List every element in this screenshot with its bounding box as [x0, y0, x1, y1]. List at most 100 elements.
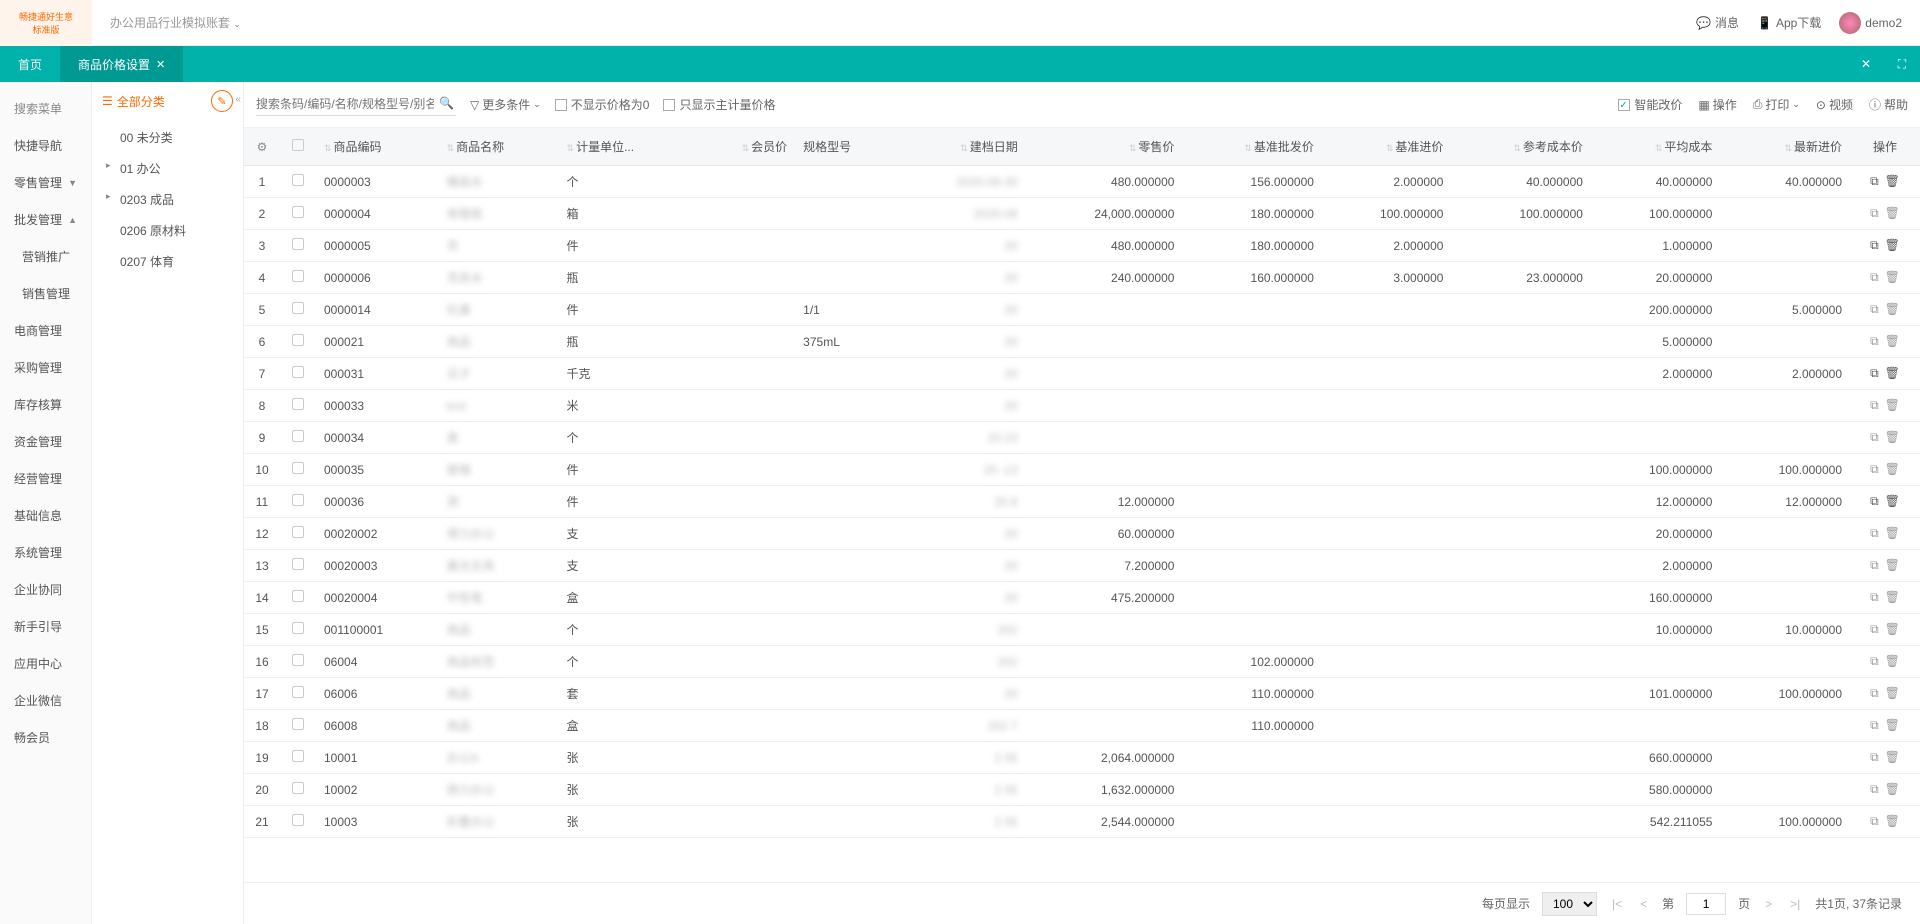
table-row[interactable]: 14 00020004 中性笔 盒 20 475.200000 160.0000… — [244, 582, 1920, 614]
help-button[interactable]: ⓘ 帮助 — [1869, 96, 1908, 113]
table-row[interactable]: 6 000021 商品 瓶 375mL 20 5.000000 ⧉🗑 — [244, 326, 1920, 358]
table-scroll[interactable]: ⚙ ⇅商品编码 ⇅商品名称 ⇅计量单位... ⇅会员价 规格型号 ⇅建档日期 ⇅… — [244, 128, 1920, 882]
gear-icon[interactable]: ⚙ — [257, 140, 268, 154]
last-page-button[interactable]: >| — [1787, 897, 1803, 911]
workspace-title[interactable]: 办公用品行业模拟账套 ⌄ — [110, 14, 1696, 31]
close-all-tabs-button[interactable]: ✕ — [1848, 46, 1884, 82]
copy-icon[interactable]: ⧉ — [1870, 622, 1879, 637]
table-row[interactable]: 16 06004 商品标签 个 202 102.000000 ⧉🗑 — [244, 646, 1920, 678]
sidebar-item[interactable]: 库存核算 — [0, 386, 91, 423]
row-checkbox[interactable] — [292, 270, 304, 282]
row-checkbox[interactable] — [292, 302, 304, 314]
sidebar-item[interactable]: 系统管理 — [0, 534, 91, 571]
col-purchase[interactable]: ⇅基准进价 — [1322, 128, 1451, 166]
smart-price-toggle[interactable]: 智能改价 — [1618, 96, 1682, 113]
tree-node[interactable]: 01 办公 — [102, 153, 233, 184]
col-code[interactable]: ⇅商品编码 — [316, 128, 439, 166]
delete-icon[interactable]: 🗑 — [1885, 686, 1900, 701]
video-button[interactable]: ⊙ 视频 — [1816, 96, 1853, 113]
col-spec[interactable]: 规格型号 — [795, 128, 899, 166]
table-row[interactable]: 8 000033 test 米 20 ⧉🗑 — [244, 390, 1920, 422]
table-row[interactable]: 3 0000005 衣 件 20 480.000000 180.000000 2… — [244, 230, 1920, 262]
messages-button[interactable]: 💬 消息 — [1696, 14, 1739, 31]
table-row[interactable]: 5 0000014 杜康 件 1/1 20 200.000000 5.00000… — [244, 294, 1920, 326]
copy-icon[interactable]: ⧉ — [1870, 654, 1879, 669]
hide-zero-checkbox[interactable]: 不显示价格为0 — [555, 96, 650, 113]
delete-icon[interactable]: 🗑 — [1885, 654, 1900, 669]
app-download-button[interactable]: 📱 App下载 — [1757, 14, 1821, 31]
more-filters-button[interactable]: ▽ 更多条件 ⌄ — [470, 96, 541, 113]
delete-icon[interactable]: 🗑 — [1885, 782, 1900, 797]
prev-page-button[interactable]: < — [1637, 897, 1650, 911]
delete-icon[interactable]: 🗑 — [1885, 334, 1900, 349]
delete-icon[interactable]: 🗑 — [1885, 302, 1900, 317]
sidebar-item[interactable]: 电商管理 — [0, 312, 91, 349]
row-checkbox[interactable] — [292, 622, 304, 634]
delete-icon[interactable]: 🗑 — [1885, 750, 1900, 765]
tree-title[interactable]: ☰ 全部分类 — [102, 93, 165, 110]
delete-icon[interactable]: 🗑 — [1885, 718, 1900, 733]
copy-icon[interactable]: ⧉ — [1870, 558, 1879, 573]
copy-icon[interactable]: ⧉ — [1870, 366, 1879, 381]
copy-icon[interactable]: ⧉ — [1870, 782, 1879, 797]
row-checkbox[interactable] — [292, 686, 304, 698]
row-checkbox[interactable] — [292, 750, 304, 762]
copy-icon[interactable]: ⧉ — [1870, 430, 1879, 445]
copy-icon[interactable]: ⧉ — [1870, 686, 1879, 701]
close-icon[interactable]: ✕ — [156, 58, 165, 71]
col-retail[interactable]: ⇅零售价 — [1026, 128, 1183, 166]
row-checkbox[interactable] — [292, 366, 304, 378]
user-menu[interactable]: demo2 — [1839, 12, 1902, 34]
copy-icon[interactable]: ⧉ — [1870, 270, 1879, 285]
col-unit[interactable]: ⇅计量单位... — [559, 128, 695, 166]
table-row[interactable]: 2 0000004 收银纸 箱 2020-08 24,000.000000 18… — [244, 198, 1920, 230]
sidebar-item[interactable]: 经营管理 — [0, 460, 91, 497]
page-size-select[interactable]: 100 — [1542, 892, 1597, 916]
sidebar-item[interactable]: 零售管理▼ — [0, 164, 91, 201]
row-checkbox[interactable] — [292, 462, 304, 474]
copy-icon[interactable]: ⧉ — [1870, 302, 1879, 317]
table-row[interactable]: 7 000031 瓜子 千克 20 2.000000 2.000000 ⧉🗑 — [244, 358, 1920, 390]
delete-icon[interactable]: 🗑 — [1885, 526, 1900, 541]
tree-node[interactable]: 0206 原材料 — [102, 215, 233, 246]
row-checkbox[interactable] — [292, 206, 304, 218]
delete-icon[interactable]: 🗑 — [1885, 366, 1900, 381]
sidebar-item[interactable]: 畅会员 — [0, 719, 91, 756]
table-row[interactable]: 15 001100001 商品 个 202 10.000000 10.00000… — [244, 614, 1920, 646]
table-row[interactable]: 19 10001 办公A 张 2 05 2,064.000000 660.000… — [244, 742, 1920, 774]
copy-icon[interactable]: ⧉ — [1870, 526, 1879, 541]
row-checkbox[interactable] — [292, 558, 304, 570]
row-checkbox[interactable] — [292, 654, 304, 666]
print-button[interactable]: ⎙ 打印 ⌄ — [1753, 96, 1800, 113]
delete-icon[interactable]: 🗑 — [1885, 494, 1900, 509]
table-row[interactable]: 10 000035 玻璃 件 20 -13 100.000000 100.000… — [244, 454, 1920, 486]
delete-icon[interactable]: 🗑 — [1885, 398, 1900, 413]
sidebar-search[interactable]: 搜索菜单 — [0, 90, 91, 127]
table-row[interactable]: 1 0000003 桶装水 个 2020-06-30 480.000000 15… — [244, 166, 1920, 198]
first-page-button[interactable]: |< — [1609, 897, 1625, 911]
table-row[interactable]: 21 10003 折叠办公 张 2 05 2,544.000000 542.21… — [244, 806, 1920, 838]
copy-icon[interactable]: ⧉ — [1870, 206, 1879, 221]
delete-icon[interactable]: 🗑 — [1885, 814, 1900, 829]
delete-icon[interactable]: 🗑 — [1885, 238, 1900, 253]
delete-icon[interactable]: 🗑 — [1885, 590, 1900, 605]
next-page-button[interactable]: > — [1762, 897, 1775, 911]
sidebar-item[interactable]: 企业微信 — [0, 682, 91, 719]
sidebar-item[interactable]: 营销推广 — [0, 238, 91, 275]
fullscreen-button[interactable]: ⛶ — [1884, 46, 1920, 82]
table-row[interactable]: 20 10002 扬力办公 张 2 05 1,632.000000 580.00… — [244, 774, 1920, 806]
delete-icon[interactable]: 🗑 — [1885, 558, 1900, 573]
operations-button[interactable]: ▦ 操作 — [1698, 96, 1736, 113]
col-ref-cost[interactable]: ⇅参考成本价 — [1451, 128, 1591, 166]
delete-icon[interactable]: 🗑 — [1885, 430, 1900, 445]
row-checkbox[interactable] — [292, 718, 304, 730]
row-checkbox[interactable] — [292, 782, 304, 794]
sidebar-item[interactable]: 应用中心 — [0, 645, 91, 682]
copy-icon[interactable]: ⧉ — [1870, 750, 1879, 765]
col-date[interactable]: ⇅建档日期 — [900, 128, 1026, 166]
tree-node[interactable]: 0207 体育 — [102, 246, 233, 277]
collapse-tree-button[interactable]: « — [235, 94, 241, 105]
sidebar-item[interactable]: 快捷导航 — [0, 127, 91, 164]
copy-icon[interactable]: ⧉ — [1870, 174, 1879, 189]
row-checkbox[interactable] — [292, 590, 304, 602]
